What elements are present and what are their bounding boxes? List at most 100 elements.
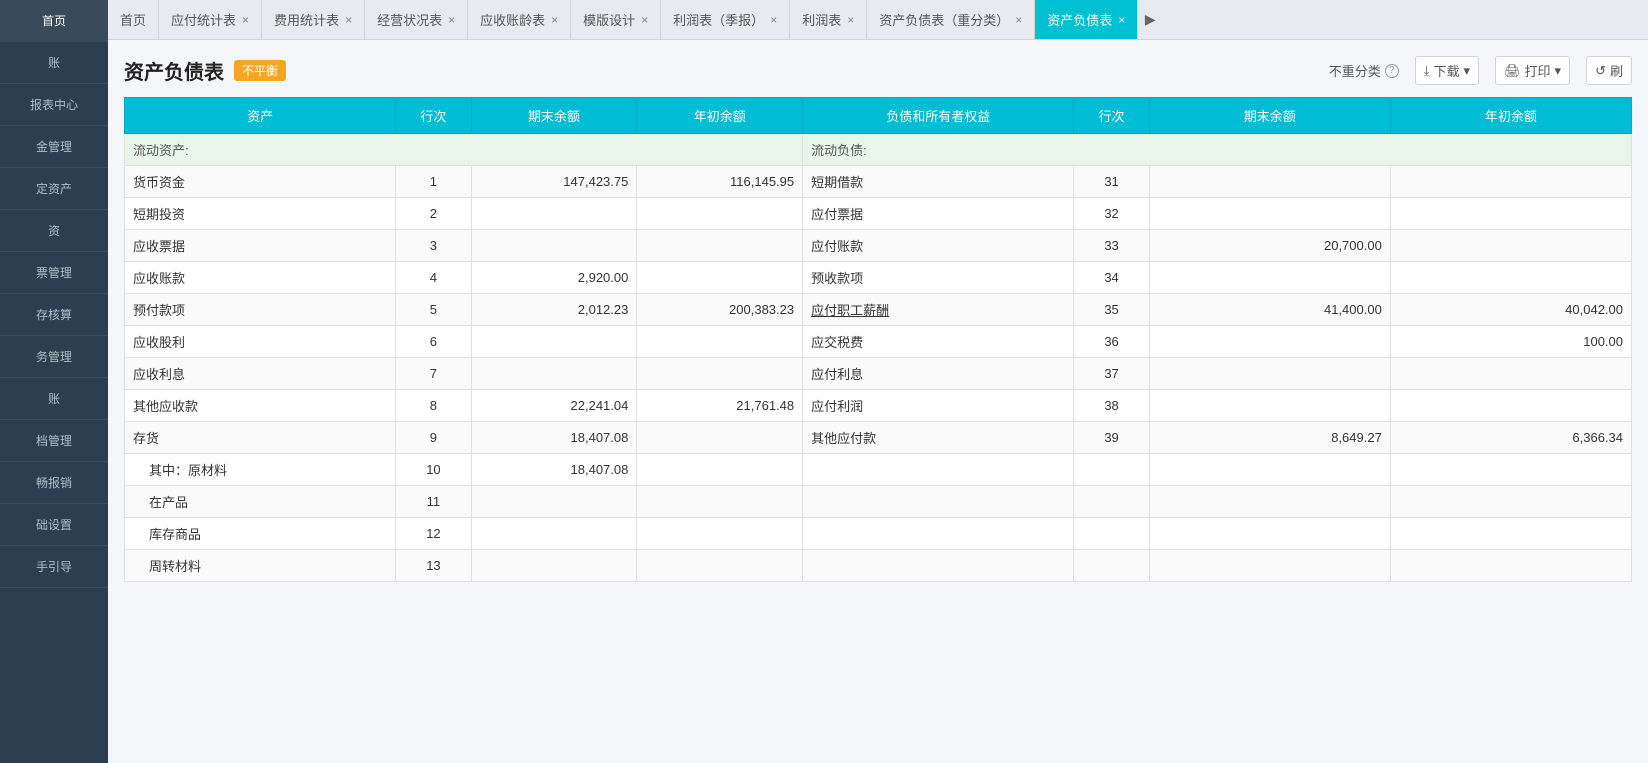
tab-profit-quarterly[interactable]: 利润表（季报） × xyxy=(661,0,790,40)
page-header: 资产负债表 不平衡 不重分类 ? ⤓ 下载 ▾ 🖨 打印 ▾ xyxy=(124,56,1632,85)
right-row-num: 31 xyxy=(1074,166,1149,198)
content-area: 资产负债表 不平衡 不重分类 ? ⤓ 下载 ▾ 🖨 打印 ▾ xyxy=(108,40,1648,763)
sidebar-item-guide[interactable]: 手引导 xyxy=(0,546,108,588)
left-row-num: 9 xyxy=(396,422,471,454)
left-label: 在产品 xyxy=(125,486,396,518)
col-end-balance-right: 期末余额 xyxy=(1149,98,1390,134)
sidebar-item-inventory[interactable]: 存核算 xyxy=(0,294,108,336)
sidebar-item-fund[interactable]: 金管理 xyxy=(0,126,108,168)
page-title: 资产负债表 xyxy=(124,56,224,85)
right-begin-balance xyxy=(1390,230,1631,262)
tab-close-receivable-aging[interactable]: × xyxy=(551,13,558,27)
refresh-btn[interactable]: ↺ 刷 xyxy=(1586,56,1632,85)
left-label: 周转材料 xyxy=(125,550,396,582)
col-liabilities: 负债和所有者权益 xyxy=(803,98,1074,134)
left-label: 应收利息 xyxy=(125,358,396,390)
left-row-num: 4 xyxy=(396,262,471,294)
left-begin-balance xyxy=(637,326,803,358)
right-begin-balance xyxy=(1390,518,1631,550)
tab-scroll-right[interactable]: ▶ xyxy=(1138,0,1162,40)
table-row: 应收账款 4 2,920.00 预收款项 34 xyxy=(125,262,1632,294)
right-row-num xyxy=(1074,454,1149,486)
print-btn[interactable]: 🖨 打印 ▾ xyxy=(1495,56,1570,85)
tab-profit[interactable]: 利润表 × xyxy=(790,0,867,40)
col-row-num-left: 行次 xyxy=(396,98,471,134)
right-row-num: 38 xyxy=(1074,390,1149,422)
table-row: 存货 9 18,407.08 其他应付款 39 8,649.27 6,366.3… xyxy=(125,422,1632,454)
sidebar-item-archive[interactable]: 档管理 xyxy=(0,420,108,462)
tab-close-profit-quarterly[interactable]: × xyxy=(770,13,777,27)
tab-expense-stats[interactable]: 费用统计表 × xyxy=(262,0,365,40)
left-row-num: 12 xyxy=(396,518,471,550)
left-row-num: 7 xyxy=(396,358,471,390)
sidebar-item-report-center[interactable]: 报表中心 xyxy=(0,84,108,126)
left-begin-balance xyxy=(637,486,803,518)
right-end-balance xyxy=(1149,166,1390,198)
right-label: 其他应付款 xyxy=(803,422,1074,454)
left-end-balance xyxy=(471,230,637,262)
right-begin-balance xyxy=(1390,198,1631,230)
left-label: 短期投资 xyxy=(125,198,396,230)
right-label: 应交税费 xyxy=(803,326,1074,358)
tab-balance-sheet[interactable]: 资产负债表 × xyxy=(1035,0,1138,40)
left-end-balance xyxy=(471,358,637,390)
left-row-num: 6 xyxy=(396,326,471,358)
right-row-num: 35 xyxy=(1074,294,1149,326)
sidebar-item-home[interactable]: 首页 xyxy=(0,0,108,42)
table-row: 货币资金 1 147,423.75 116,145.95 短期借款 31 xyxy=(125,166,1632,198)
sidebar-item-tax[interactable]: 务管理 xyxy=(0,336,108,378)
sidebar-item-ticket[interactable]: 票管理 xyxy=(0,252,108,294)
right-row-num: 36 xyxy=(1074,326,1149,358)
right-begin-balance xyxy=(1390,166,1631,198)
sidebar-item-fixed-assets[interactable]: 定资产 xyxy=(0,168,108,210)
tab-template-design[interactable]: 模版设计 × xyxy=(571,0,661,40)
left-begin-balance: 200,383.23 xyxy=(637,294,803,326)
tab-close-operations[interactable]: × xyxy=(448,13,455,27)
right-label: 短期借款 xyxy=(803,166,1074,198)
sidebar-item-expense[interactable]: 畅报销 xyxy=(0,462,108,504)
no-reclassify-btn[interactable]: 不重分类 ? xyxy=(1329,61,1399,80)
sidebar-item-settings[interactable]: 础设置 xyxy=(0,504,108,546)
col-begin-balance-left: 年初余额 xyxy=(637,98,803,134)
left-begin-balance xyxy=(637,550,803,582)
tab-operations[interactable]: 经营状况表 × xyxy=(365,0,468,40)
tab-receivable-aging[interactable]: 应收账龄表 × xyxy=(468,0,571,40)
right-begin-balance xyxy=(1390,262,1631,294)
sidebar-item-account2[interactable]: 账 xyxy=(0,378,108,420)
download-chevron-icon: ▾ xyxy=(1463,63,1470,79)
sidebar: 首页 账 报表中心 金管理 定资产 资 票管理 存核算 务管理 账 档管理 畅报… xyxy=(0,0,108,763)
right-end-balance: 8,649.27 xyxy=(1149,422,1390,454)
table-row: 其他应收款 8 22,241.04 21,761.48 应付利润 38 xyxy=(125,390,1632,422)
right-begin-balance xyxy=(1390,454,1631,486)
tab-close-balance-sheet[interactable]: × xyxy=(1118,13,1125,27)
print-icon: 🖨 xyxy=(1504,63,1521,79)
tab-close-expense-stats[interactable]: × xyxy=(345,13,352,27)
sidebar-item-invest[interactable]: 资 xyxy=(0,210,108,252)
left-begin-balance xyxy=(637,454,803,486)
left-end-balance: 2,920.00 xyxy=(471,262,637,294)
tab-close-template-design[interactable]: × xyxy=(641,13,648,27)
right-end-balance xyxy=(1149,326,1390,358)
balance-sheet-table: 资产 行次 期末余额 年初余额 负债和所有者权益 行次 期末余额 年初余额 流动… xyxy=(124,97,1632,582)
right-begin-balance: 6,366.34 xyxy=(1390,422,1631,454)
tab-home[interactable]: 首页 xyxy=(108,0,159,40)
left-row-num: 8 xyxy=(396,390,471,422)
right-row-num: 33 xyxy=(1074,230,1149,262)
table-row: 应收利息 7 应付利息 37 xyxy=(125,358,1632,390)
right-end-balance xyxy=(1149,262,1390,294)
right-row-num: 39 xyxy=(1074,422,1149,454)
left-row-num: 1 xyxy=(396,166,471,198)
left-label: 应收股利 xyxy=(125,326,396,358)
tab-payable-stats[interactable]: 应付统计表 × xyxy=(159,0,262,40)
tab-close-payable-stats[interactable]: × xyxy=(242,13,249,27)
sidebar-item-ledger[interactable]: 账 xyxy=(0,42,108,84)
tab-close-profit[interactable]: × xyxy=(847,13,854,27)
left-label: 存货 xyxy=(125,422,396,454)
download-btn[interactable]: ⤓ 下载 ▾ xyxy=(1415,56,1479,85)
tab-close-balance-reclassify[interactable]: × xyxy=(1015,13,1022,27)
main-area: 首页 应付统计表 × 费用统计表 × 经营状况表 × 应收账龄表 × 模版设计 … xyxy=(108,0,1648,763)
right-end-balance xyxy=(1149,454,1390,486)
tab-balance-reclassify[interactable]: 资产负债表（重分类） × xyxy=(867,0,1035,40)
right-label xyxy=(803,454,1074,486)
tab-bar: 首页 应付统计表 × 费用统计表 × 经营状况表 × 应收账龄表 × 模版设计 … xyxy=(108,0,1648,40)
